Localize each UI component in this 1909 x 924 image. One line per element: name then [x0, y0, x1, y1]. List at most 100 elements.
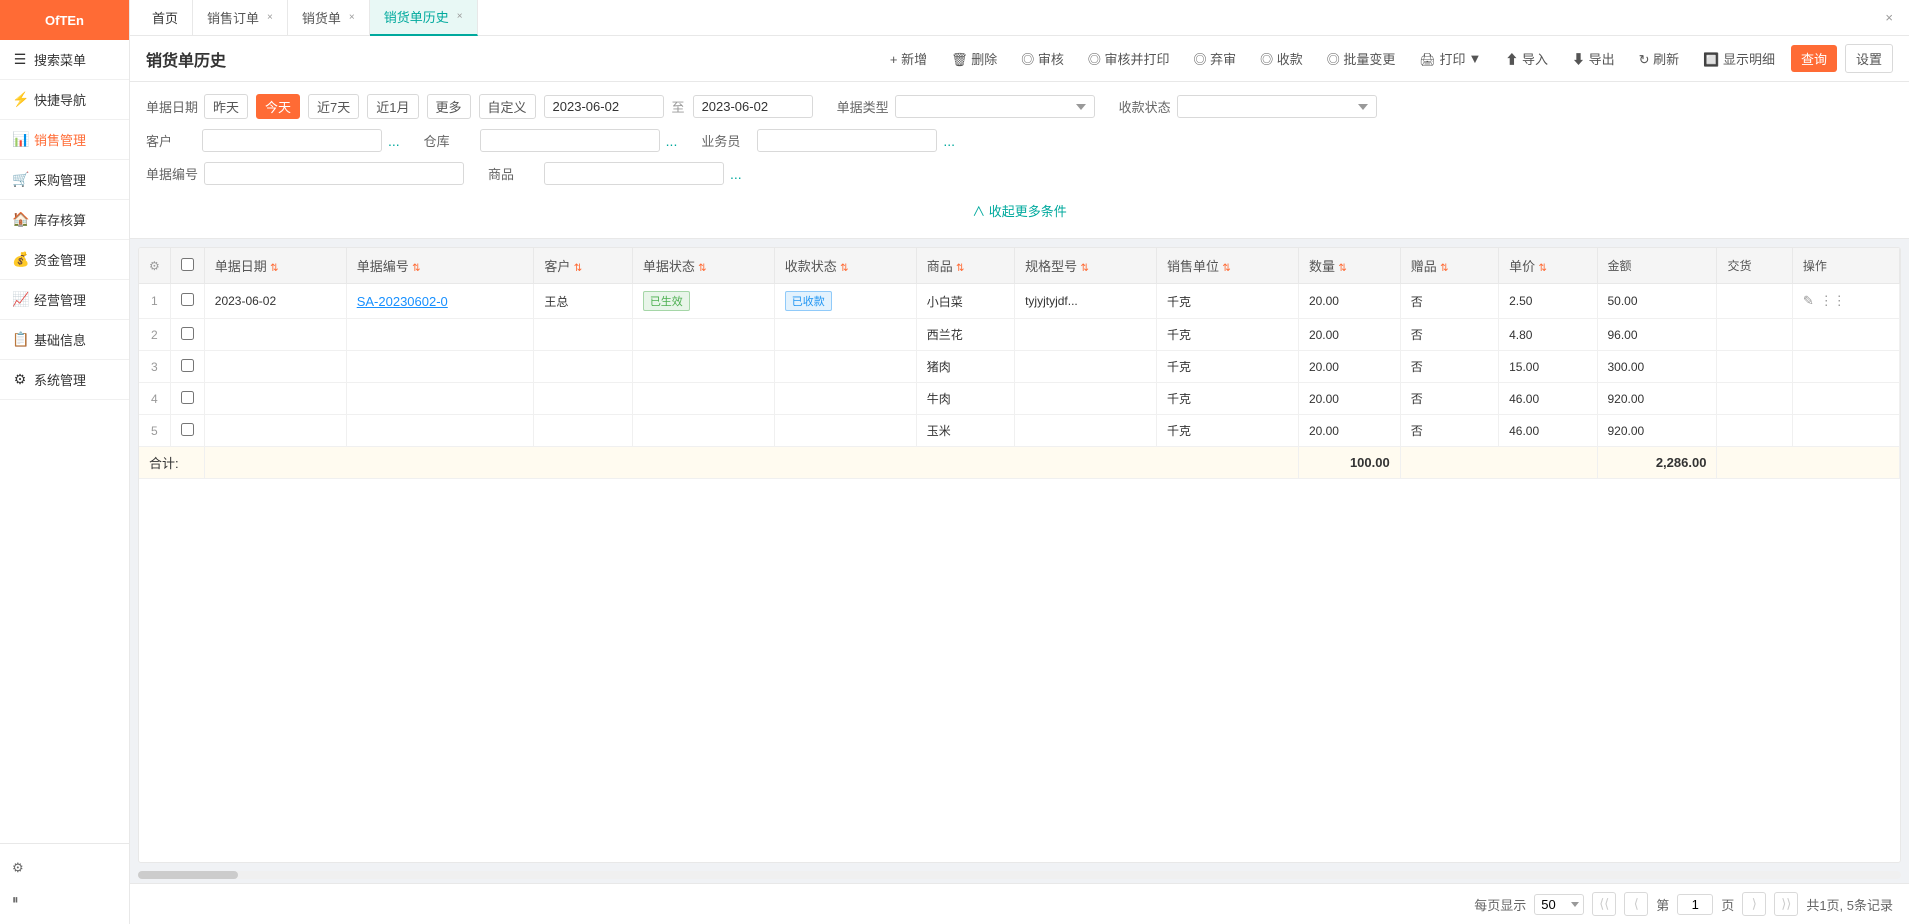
sidebar-item-quick-nav[interactable]: ⚡ 快捷导航: [0, 80, 129, 120]
abandon-button[interactable]: ◎ 弃审: [1186, 45, 1245, 72]
per-page-select[interactable]: 10 20 50 100: [1534, 894, 1584, 915]
collapse-button[interactable]: ∧ 收起更多条件: [146, 195, 1893, 226]
more-icon[interactable]: ⋮⋮: [1820, 293, 1846, 309]
collect-status-select[interactable]: [1177, 95, 1377, 118]
sidebar-item-sales[interactable]: 📊 销售管理: [0, 120, 129, 160]
sidebar-bottom-settings[interactable]: ⚙: [0, 852, 129, 884]
tab-sales-history[interactable]: 销货单历史 ×: [370, 0, 478, 36]
col-spec[interactable]: 规格型号 ⇅: [1015, 248, 1157, 284]
data-table: ⚙ 单据日期 ⇅ 单据编号 ⇅ 客户 ⇅: [139, 248, 1900, 479]
row-qty: 20.00: [1298, 415, 1400, 447]
row-checkbox-cell: [170, 415, 204, 447]
tab-sales-order[interactable]: 销售订单 ×: [193, 0, 288, 36]
tab-sales-history-close[interactable]: ×: [457, 11, 463, 22]
review-print-button[interactable]: ◎ 审核并打印: [1080, 45, 1178, 72]
salesperson-input[interactable]: [757, 129, 937, 152]
doc-no-link[interactable]: SA-20230602-0: [357, 294, 448, 309]
page-first-button[interactable]: ⟨⟨: [1592, 892, 1616, 916]
horizontal-scrollbar[interactable]: [138, 871, 1901, 879]
date-more-btn[interactable]: 更多: [427, 94, 471, 119]
new-button[interactable]: + 新增: [882, 45, 935, 72]
batch-change-button[interactable]: ◎ 批量变更: [1319, 45, 1404, 72]
warehouse-input[interactable]: [480, 129, 660, 152]
page-number-input[interactable]: [1677, 894, 1713, 915]
tab-sales-order-close[interactable]: ×: [267, 12, 273, 23]
row-checkbox[interactable]: [181, 327, 194, 340]
collect-status-badge: 已收款: [785, 291, 832, 311]
sidebar-item-basic-info[interactable]: 📋 基础信息: [0, 320, 129, 360]
warehouse-ellipsis[interactable]: ...: [666, 133, 678, 149]
collect-status-label: 收款状态: [1119, 97, 1171, 116]
row-amount: 920.00: [1597, 383, 1717, 415]
sidebar-item-sys[interactable]: ⚙ 系统管理: [0, 360, 129, 400]
col-collect-status[interactable]: 收款状态 ⇅: [774, 248, 916, 284]
query-button[interactable]: 查询: [1791, 45, 1837, 72]
row-qty: 20.00: [1298, 383, 1400, 415]
tab-home[interactable]: 首页: [138, 0, 193, 36]
row-checkbox[interactable]: [181, 391, 194, 404]
sidebar-item-finance[interactable]: 💰 资金管理: [0, 240, 129, 280]
page-prev-button[interactable]: ⟨: [1624, 892, 1648, 916]
print-button[interactable]: 🖨 打印 ▼: [1411, 45, 1489, 72]
review-print-button-label: ◎ 审核并打印: [1088, 49, 1170, 68]
review-button[interactable]: ◎ 审核: [1013, 45, 1072, 72]
settings-button[interactable]: 设置: [1845, 44, 1893, 73]
sidebar-item-search-menu[interactable]: ☰ 搜索菜单: [0, 40, 129, 80]
tab-sales-history-label: 销货单历史: [384, 7, 449, 26]
window-close-button[interactable]: ×: [1877, 10, 1901, 25]
date-to-input[interactable]: [693, 95, 813, 118]
select-all-checkbox[interactable]: [181, 258, 194, 271]
row-checkbox[interactable]: [181, 293, 194, 306]
date-yesterday-btn[interactable]: 昨天: [204, 94, 248, 119]
date-custom-btn[interactable]: 自定义: [479, 94, 536, 119]
row-amount: 96.00: [1597, 319, 1717, 351]
col-gift[interactable]: 赠品 ⇅: [1400, 248, 1498, 284]
sidebar-bottom: ⚙ ⏸: [0, 843, 129, 924]
row-doc-status: [632, 319, 774, 351]
col-doc-no[interactable]: 单据编号 ⇅: [346, 248, 534, 284]
row-checkbox[interactable]: [181, 359, 194, 372]
inventory-icon: 🏠: [12, 211, 28, 228]
date-last-month-btn[interactable]: 近1月: [367, 94, 418, 119]
doc-no-input[interactable]: [204, 162, 464, 185]
col-qty[interactable]: 数量 ⇅: [1298, 248, 1400, 284]
import-button[interactable]: ⬆ 导入: [1497, 45, 1556, 72]
col-unit-price[interactable]: 单价 ⇅: [1499, 248, 1597, 284]
refresh-button[interactable]: ↻ 刷新: [1631, 45, 1688, 72]
col-unit[interactable]: 销售单位 ⇅: [1157, 248, 1299, 284]
sidebar-bottom-pause[interactable]: ⏸: [0, 884, 129, 916]
customer-ellipsis[interactable]: ...: [388, 133, 400, 149]
delete-button[interactable]: 🗑 删除: [943, 45, 1005, 72]
page-next-button[interactable]: ⟩: [1742, 892, 1766, 916]
row-checkbox-cell: [170, 284, 204, 319]
col-goods[interactable]: 商品 ⇅: [916, 248, 1014, 284]
tab-sales-delivery-close[interactable]: ×: [349, 12, 355, 23]
row-checkbox[interactable]: [181, 423, 194, 436]
sidebar-item-inventory[interactable]: 🏠 库存核算: [0, 200, 129, 240]
customer-input[interactable]: [202, 129, 382, 152]
date-last7-btn[interactable]: 近7天: [308, 94, 359, 119]
date-today-btn[interactable]: 今天: [256, 94, 300, 119]
salesperson-ellipsis[interactable]: ...: [943, 133, 955, 149]
date-from-input[interactable]: [544, 95, 664, 118]
goods-input[interactable]: [544, 162, 724, 185]
doc-type-select[interactable]: [895, 95, 1095, 118]
scrollbar-thumb[interactable]: [138, 871, 238, 879]
show-detail-button[interactable]: 🔲 显示明细: [1695, 45, 1783, 72]
page-last-button[interactable]: ⟩⟩: [1774, 892, 1798, 916]
sidebar-item-ops[interactable]: 📈 经营管理: [0, 280, 129, 320]
row-action: [1792, 351, 1899, 383]
tab-sales-delivery[interactable]: 销货单 ×: [288, 0, 370, 36]
edit-icon[interactable]: ✎: [1803, 293, 1814, 309]
sidebar-item-purchase[interactable]: 🛒 采购管理: [0, 160, 129, 200]
col-gear[interactable]: ⚙: [139, 248, 170, 284]
goods-ellipsis[interactable]: ...: [730, 166, 742, 182]
total-info: 共1页, 5条记录: [1806, 895, 1893, 914]
col-date[interactable]: 单据日期 ⇅: [204, 248, 346, 284]
collect-button[interactable]: ◎ 收款: [1252, 45, 1311, 72]
row-action: [1792, 383, 1899, 415]
col-customer[interactable]: 客户 ⇅: [534, 248, 632, 284]
row-date: [204, 383, 346, 415]
col-doc-status[interactable]: 单据状态 ⇅: [632, 248, 774, 284]
export-button[interactable]: ⬇ 导出: [1564, 45, 1623, 72]
